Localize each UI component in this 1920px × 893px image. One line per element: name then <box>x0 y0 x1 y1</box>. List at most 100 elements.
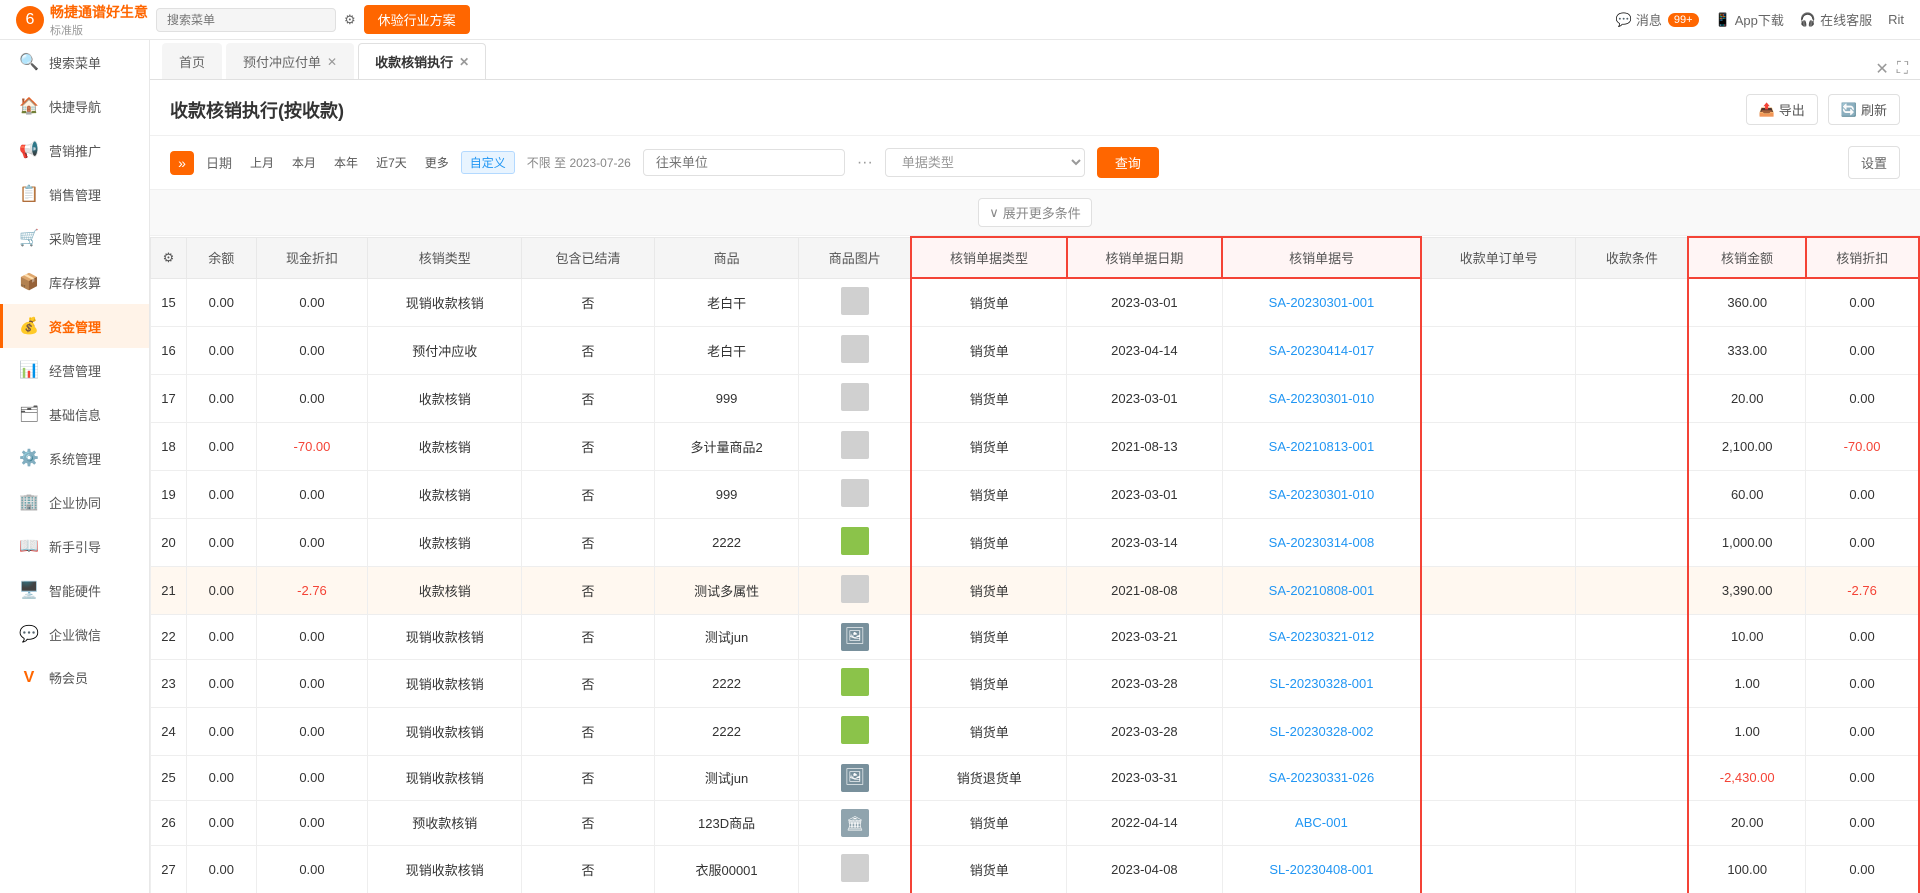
bill-no-link[interactable]: SA-20230301-010 <box>1269 487 1375 502</box>
tab-collection-close[interactable]: ✕ <box>459 55 469 69</box>
sidebar-item-purchase[interactable]: 🛒 采购管理 <box>0 216 149 260</box>
filter-toggle-button[interactable]: » <box>170 151 194 175</box>
page-title: 收款核销执行(按收款) <box>170 97 344 123</box>
export-button[interactable]: 📤 导出 <box>1746 94 1818 125</box>
filter-custom[interactable]: 自定义 <box>461 151 515 174</box>
cell-balance: 0.00 <box>187 800 257 845</box>
sidebar-item-marketing[interactable]: 📢 营销推广 <box>0 128 149 172</box>
filter-more[interactable]: 更多 <box>419 152 455 173</box>
filter-last-month[interactable]: 上月 <box>244 152 280 173</box>
cell-verify-type: 预付冲应收 <box>368 326 522 374</box>
industry-button[interactable]: 休验行业方案 <box>364 5 470 34</box>
sidebar-item-enterprise[interactable]: 🏢 企业协同 <box>0 480 149 524</box>
sidebar-item-hardware[interactable]: 🖥️ 智能硬件 <box>0 568 149 612</box>
cell-bill-type: 销货单 <box>911 518 1066 566</box>
cell-receipt-order-no <box>1421 470 1576 518</box>
bill-no-link[interactable]: SA-20230321-012 <box>1269 629 1375 644</box>
sidebar-item-search[interactable]: 🔍 搜索菜单 <box>0 40 149 84</box>
message-badge: 99+ <box>1668 13 1699 27</box>
bill-no-link[interactable]: SA-20210813-001 <box>1269 439 1375 454</box>
cell-id: 25 <box>151 755 187 800</box>
bill-no-link[interactable]: SL-20230328-001 <box>1269 676 1373 691</box>
message-group[interactable]: 💬 消息 99+ <box>1616 10 1699 29</box>
party-filter-icon[interactable]: ··· <box>857 154 873 172</box>
cell-bill-type: 销货单 <box>911 278 1066 326</box>
cell-id: 27 <box>151 845 187 893</box>
sidebar-item-label: 库存核算 <box>49 273 101 292</box>
bill-no-link[interactable]: ABC-001 <box>1295 815 1348 830</box>
cell-bill-date: 2023-03-21 <box>1067 614 1222 659</box>
tab-prepay[interactable]: 预付冲应付单 ✕ <box>226 43 354 79</box>
query-button[interactable]: 查询 <box>1097 147 1159 178</box>
cell-verify-discount: -2.76 <box>1806 566 1919 614</box>
sidebar-item-sales[interactable]: 📋 销售管理 <box>0 172 149 216</box>
sidebar-item-inventory[interactable]: 📦 库存核算 <box>0 260 149 304</box>
party-filter-input[interactable] <box>643 149 845 176</box>
cell-bill-no: SA-20210808-001 <box>1222 566 1421 614</box>
refresh-icon: 🔄 <box>1841 102 1857 118</box>
bill-no-link[interactable]: SA-20230301-001 <box>1269 295 1375 310</box>
expand-more-button[interactable]: ∨ 展开更多条件 <box>978 198 1092 227</box>
cell-bill-no: SA-20230301-010 <box>1222 374 1421 422</box>
cell-product: 多计量商品2 <box>654 422 798 470</box>
cell-include-settled: 否 <box>522 659 655 707</box>
sidebar-item-finance[interactable]: 💰 资金管理 <box>0 304 149 348</box>
filter-this-year[interactable]: 本年 <box>328 152 364 173</box>
sidebar-item-quick-nav[interactable]: 🏠 快捷导航 <box>0 84 149 128</box>
bill-no-link[interactable]: SL-20230408-001 <box>1269 862 1373 877</box>
maximize-icon[interactable]: ⛶ <box>1897 60 1908 78</box>
user-group[interactable]: Rit <box>1888 12 1904 27</box>
operations-icon: 📊 <box>19 360 39 380</box>
close-window-icon[interactable]: ✕ <box>1875 59 1888 79</box>
sidebar-item-label: 经营管理 <box>49 361 101 380</box>
sidebar-item-guide[interactable]: 📖 新手引导 <box>0 524 149 568</box>
table-row: 26 0.00 0.00 预收款核销 否 123D商品 🏛 销货单 2022-0… <box>151 800 1920 845</box>
tab-home[interactable]: 首页 <box>162 43 222 79</box>
th-settings[interactable]: ⚙ <box>151 237 187 278</box>
cell-verify-amount: 333.00 <box>1688 326 1805 374</box>
bill-no-link[interactable]: SA-20230301-010 <box>1269 391 1375 406</box>
bill-type-filter-select[interactable]: 单据类型 <box>885 148 1085 177</box>
cell-cash-discount: 0.00 <box>256 659 368 707</box>
bill-no-link[interactable]: SA-20230331-026 <box>1269 770 1375 785</box>
settings-button[interactable]: 设置 <box>1848 146 1900 179</box>
cell-bill-date: 2023-04-14 <box>1067 326 1222 374</box>
cell-receipt-condition <box>1576 845 1689 893</box>
online-support-group[interactable]: 🎧 在线客服 <box>1800 10 1872 29</box>
sidebar-item-wechat[interactable]: 💬 企业微信 <box>0 612 149 656</box>
cell-verify-type: 预收款核销 <box>368 800 522 845</box>
tab-collection[interactable]: 收款核销执行 ✕ <box>358 43 486 79</box>
cell-receipt-order-no <box>1421 659 1576 707</box>
cell-product-img: 🖼 <box>799 614 912 659</box>
cell-product: 999 <box>654 374 798 422</box>
sidebar-item-system[interactable]: ⚙️ 系统管理 <box>0 436 149 480</box>
tab-home-label: 首页 <box>179 52 205 71</box>
cell-balance: 0.00 <box>187 659 257 707</box>
cell-id: 20 <box>151 518 187 566</box>
cell-bill-no: ABC-001 <box>1222 800 1421 845</box>
cell-balance: 0.00 <box>187 278 257 326</box>
filter-this-month[interactable]: 本月 <box>286 152 322 173</box>
bill-no-link[interactable]: SL-20230328-002 <box>1269 724 1373 739</box>
marketing-icon: 📢 <box>19 140 39 160</box>
bill-no-link[interactable]: SA-20230314-008 <box>1269 535 1375 550</box>
refresh-button[interactable]: 🔄 刷新 <box>1828 94 1900 125</box>
gear-icon[interactable]: ⚙ <box>344 12 356 28</box>
sidebar-item-operations[interactable]: 📊 经营管理 <box>0 348 149 392</box>
cell-bill-no: SA-20230314-008 <box>1222 518 1421 566</box>
bill-no-link[interactable]: SA-20210808-001 <box>1269 583 1375 598</box>
cell-product: 123D商品 <box>654 800 798 845</box>
bill-no-link[interactable]: SA-20230414-017 <box>1269 343 1375 358</box>
cell-receipt-condition <box>1576 470 1689 518</box>
sidebar-item-basic-info[interactable]: 🗂 基础信息 <box>0 392 149 436</box>
filter-7-days[interactable]: 近7天 <box>370 152 413 173</box>
refresh-label: 刷新 <box>1861 100 1887 119</box>
cell-balance: 0.00 <box>187 374 257 422</box>
search-input[interactable] <box>156 8 336 32</box>
cell-verify-amount: 20.00 <box>1688 374 1805 422</box>
tab-prepay-close[interactable]: ✕ <box>327 55 337 69</box>
sidebar-item-member[interactable]: V 畅会员 <box>0 656 149 699</box>
cell-cash-discount: -2.76 <box>256 566 368 614</box>
app-download-group[interactable]: 📱 App下载 <box>1715 10 1784 29</box>
cell-verify-discount: 0.00 <box>1806 278 1919 326</box>
